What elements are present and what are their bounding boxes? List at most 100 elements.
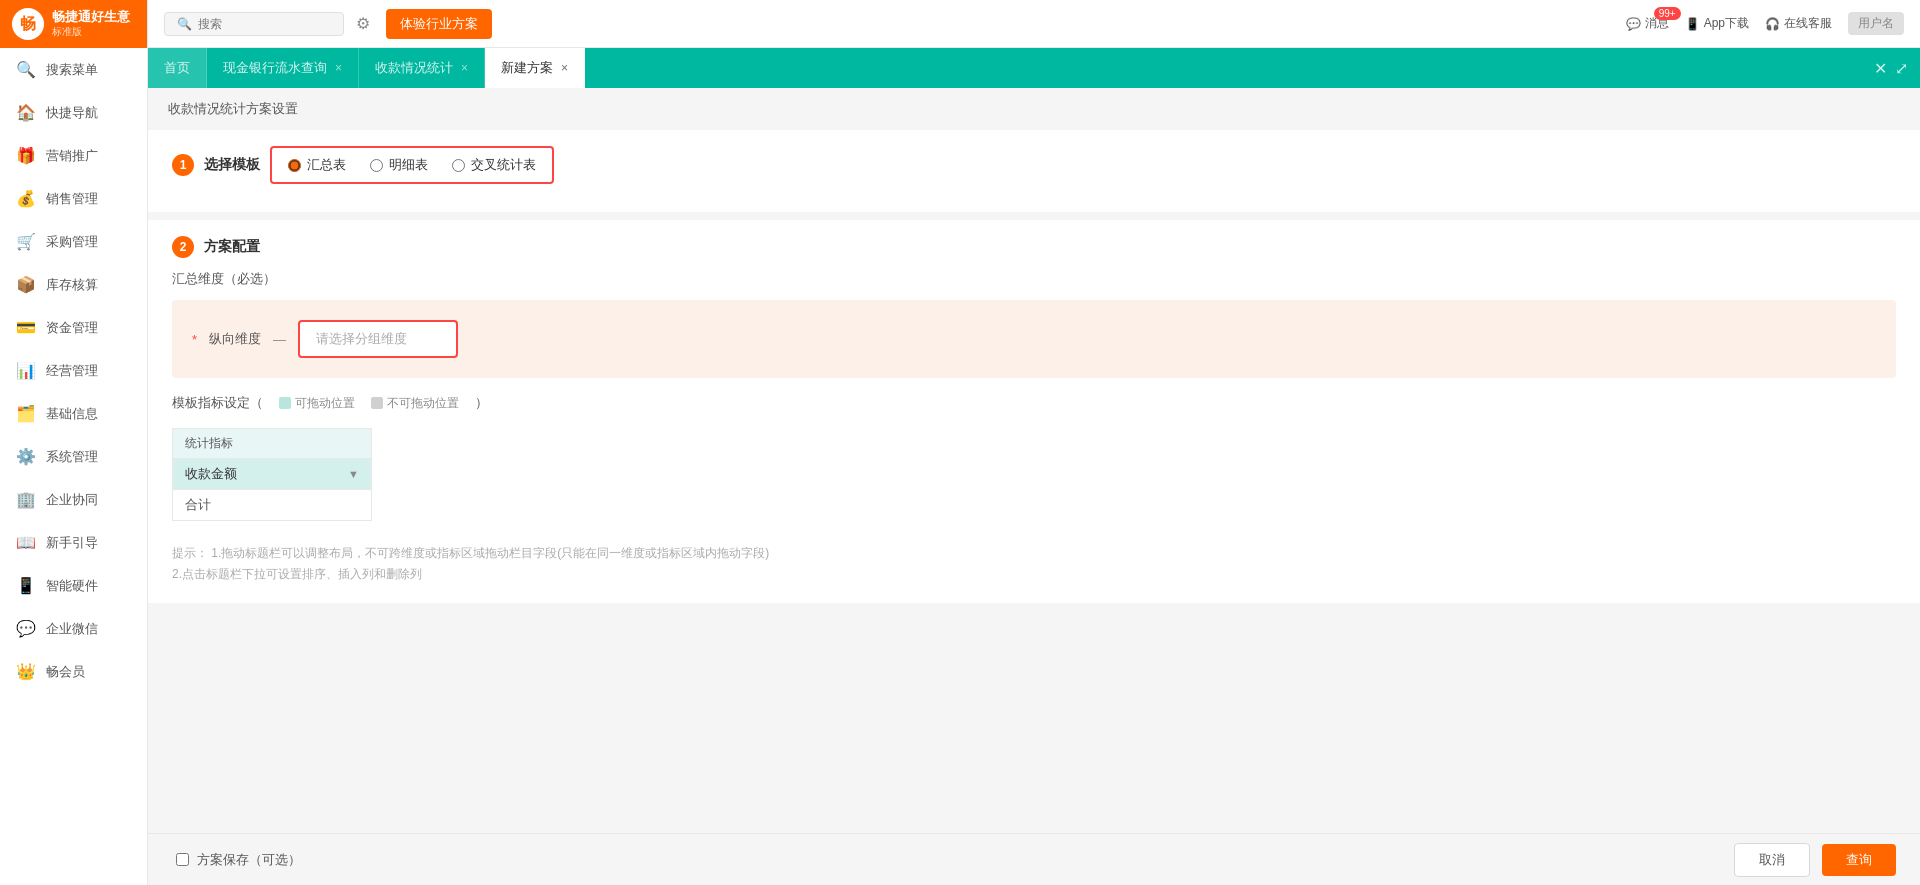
search-box[interactable]: 🔍 (164, 12, 344, 36)
tab-cashbank[interactable]: 现金银行流水查询 × (207, 48, 359, 88)
finance-icon: 💳 (16, 318, 36, 337)
service-button[interactable]: 🎧 在线客服 (1765, 15, 1832, 32)
logo-icon: 畅 (12, 8, 44, 40)
radio-detail-input[interactable] (370, 159, 383, 172)
dimension-area: * 纵向维度 — 请选择分组维度 (172, 300, 1896, 378)
sidebar-item-inventory[interactable]: 📦 库存核算 (0, 263, 147, 306)
metrics-header: 模板指标设定（ 可拖动位置 不可拖动位置 ） (172, 394, 1896, 412)
download-icon: 📱 (1685, 17, 1700, 31)
step2-title: 方案配置 (204, 238, 260, 256)
sidebar-item-marketing[interactable]: 🎁 营销推广 (0, 134, 147, 177)
sidebar-item-member[interactable]: 👑 畅会员 (0, 650, 147, 693)
sidebar-item-finance[interactable]: 💳 资金管理 (0, 306, 147, 349)
sidebar-item-search[interactable]: 🔍 搜索菜单 (0, 48, 147, 91)
home-icon: 🏠 (16, 103, 36, 122)
sidebar-item-basic[interactable]: 🗂️ 基础信息 (0, 392, 147, 435)
vertical-label: 纵向维度 (209, 330, 261, 348)
radio-cross-label: 交叉统计表 (471, 156, 536, 174)
radio-cross[interactable]: 交叉统计表 (452, 156, 536, 174)
total-row: 合计 (173, 490, 371, 520)
sidebar-menu: 🔍 搜索菜单 🏠 快捷导航 🎁 营销推广 💰 销售管理 🛒 采购管理 📦 库存核… (0, 48, 147, 885)
save-label: 方案保存（可选） (197, 851, 301, 869)
radio-summary-input[interactable] (288, 159, 301, 172)
required-mark: * (192, 332, 197, 347)
sidebar-item-label-guide: 新手引导 (46, 534, 98, 552)
content-area: 收款情况统计方案设置 1 选择模板 汇总表 明细表 交 (148, 88, 1920, 885)
radio-summary[interactable]: 汇总表 (288, 156, 346, 174)
sidebar-item-wechat[interactable]: 💬 企业微信 (0, 607, 147, 650)
topbar-right: 💬 消息 99+ 📱 App下载 🎧 在线客服 用户名 (1626, 12, 1904, 35)
close-tab-icon[interactable]: ✕ (1874, 59, 1887, 78)
chevron-down-icon: ▼ (348, 468, 359, 480)
radio-detail[interactable]: 明细表 (370, 156, 428, 174)
sidebar-item-label-member: 畅会员 (46, 663, 85, 681)
dimension-select[interactable]: 请选择分组维度 (298, 320, 458, 358)
tab-home[interactable]: 首页 (148, 48, 207, 88)
legend-draggable: 可拖动位置 (279, 395, 355, 412)
query-button[interactable]: 查询 (1822, 844, 1896, 876)
tab-newplan[interactable]: 新建方案 × (485, 48, 585, 88)
purchase-icon: 🛒 (16, 232, 36, 251)
user-avatar[interactable]: 用户名 (1848, 12, 1904, 35)
sidebar-item-enterprise[interactable]: 🏢 企业协同 (0, 478, 147, 521)
non-draggable-box (371, 397, 383, 409)
sidebar-item-hardware[interactable]: 📱 智能硬件 (0, 564, 147, 607)
sidebar-item-purchase[interactable]: 🛒 采购管理 (0, 220, 147, 263)
step1-card: 1 选择模板 汇总表 明细表 交叉统计表 (148, 130, 1920, 212)
step1-number: 1 (172, 154, 194, 176)
guide-icon: 📖 (16, 533, 36, 552)
logo-badge: 标准版 (52, 25, 130, 39)
business-icon: 📊 (16, 361, 36, 380)
message-button[interactable]: 💬 消息 99+ (1626, 15, 1669, 32)
metrics-closing: ） (475, 394, 488, 412)
tab-collection[interactable]: 收款情况统计 × (359, 48, 485, 88)
basic-icon: 🗂️ (16, 404, 36, 423)
tab-newplan-close[interactable]: × (561, 61, 568, 75)
metrics-table-area: 统计指标 收款金额 ▼ 合计 (172, 420, 1896, 529)
save-checkbox[interactable] (176, 853, 189, 866)
save-row: 方案保存（可选） (172, 851, 301, 869)
sidebar: 畅 畅捷通好生意 标准版 🔍 搜索菜单 🏠 快捷导航 🎁 营销推广 💰 销售管理… (0, 0, 148, 885)
dimension-title: 汇总维度（必选） (172, 270, 1896, 288)
arrow: — (273, 332, 286, 347)
sidebar-item-label-sales: 销售管理 (46, 190, 98, 208)
tip-1: 提示： 1.拖动标题栏可以调整布局，不可跨维度或指标区域拖动栏目字段(只能在同一… (172, 545, 1896, 562)
step1-title: 选择模板 (204, 156, 260, 174)
tip-2: 2.点击标题栏下拉可设置排序、插入列和删除列 (172, 566, 1896, 583)
page-title: 收款情况统计方案设置 (148, 88, 1920, 130)
inventory-icon: 📦 (16, 275, 36, 294)
tab-home-label: 首页 (164, 59, 190, 77)
sidebar-item-system[interactable]: ⚙️ 系统管理 (0, 435, 147, 478)
gear-icon[interactable]: ⚙ (356, 14, 370, 33)
step1-header: 1 选择模板 汇总表 明细表 交叉统计表 (172, 146, 1896, 184)
search-input[interactable] (198, 17, 338, 31)
amount-row[interactable]: 收款金额 ▼ (173, 459, 371, 490)
sidebar-item-quicknav[interactable]: 🏠 快捷导航 (0, 91, 147, 134)
draggable-box (279, 397, 291, 409)
tab-collection-close[interactable]: × (461, 61, 468, 75)
sidebar-item-sales[interactable]: 💰 销售管理 (0, 177, 147, 220)
tab-cashbank-close[interactable]: × (335, 61, 342, 75)
radio-detail-label: 明细表 (389, 156, 428, 174)
tabbar-actions: ✕ ⤢ (1874, 48, 1920, 88)
cancel-button[interactable]: 取消 (1734, 843, 1810, 877)
step2-card: 2 方案配置 汇总维度（必选） * 纵向维度 — 请选择分组维度 模板指标设定（… (148, 220, 1920, 603)
sidebar-item-label-enterprise: 企业协同 (46, 491, 98, 509)
radio-cross-input[interactable] (452, 159, 465, 172)
tab-cashbank-label: 现金银行流水查询 (223, 59, 327, 77)
search-icon: 🔍 (177, 17, 192, 31)
sidebar-item-guide[interactable]: 📖 新手引导 (0, 521, 147, 564)
tips-section: 提示： 1.拖动标题栏可以调整布局，不可跨维度或指标区域拖动栏目字段(只能在同一… (172, 529, 1896, 583)
sidebar-item-label-finance: 资金管理 (46, 319, 98, 337)
download-button[interactable]: 📱 App下载 (1685, 15, 1749, 32)
sidebar-item-business[interactable]: 📊 经营管理 (0, 349, 147, 392)
download-label: App下载 (1704, 15, 1749, 32)
trial-button[interactable]: 体验行业方案 (386, 9, 492, 39)
sidebar-item-label-basic: 基础信息 (46, 405, 98, 423)
amount-label: 收款金额 (185, 465, 237, 483)
logo-name: 畅捷通好生意 (52, 9, 130, 25)
dimension-row: * 纵向维度 — 请选择分组维度 (192, 320, 1876, 358)
tabbar: 首页 现金银行流水查询 × 收款情况统计 × 新建方案 × ✕ ⤢ (148, 48, 1920, 88)
bottom-bar: 方案保存（可选） 取消 查询 (148, 833, 1920, 885)
expand-icon[interactable]: ⤢ (1895, 59, 1908, 78)
